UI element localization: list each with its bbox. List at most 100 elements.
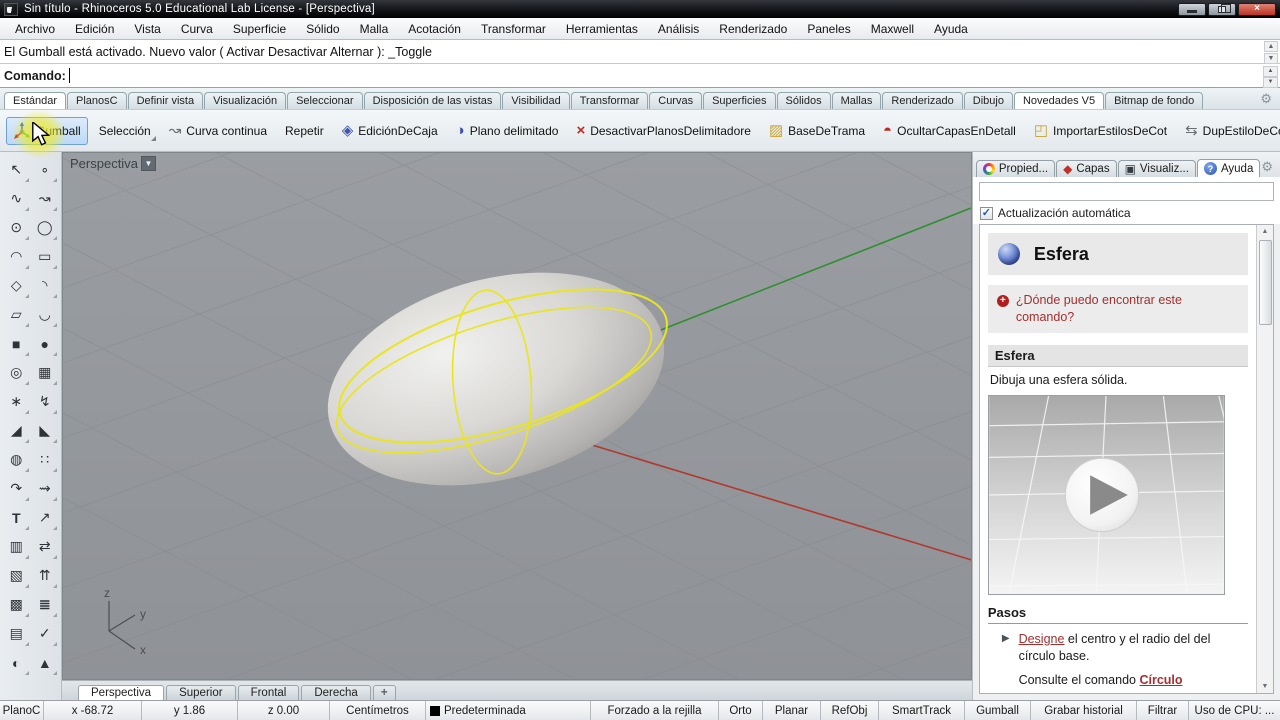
tab-options-gear-icon[interactable]: ⚙ — [1260, 91, 1276, 109]
select-tool-icon[interactable]: ↖ — [2, 155, 31, 184]
status-grabar-historial[interactable]: Grabar historial — [1031, 701, 1137, 720]
array-linear-icon[interactable]: ≣ — [31, 590, 60, 619]
gumball-button[interactable]: Gumball — [6, 116, 88, 145]
scrollbar-thumb[interactable] — [1258, 240, 1272, 325]
perspective-viewport[interactable]: z y x Perspectiva ▼ — [62, 152, 972, 680]
viewport-tab-derecha[interactable]: Derecha — [301, 685, 371, 700]
blend-curve-icon[interactable]: ◝ — [31, 271, 60, 300]
menu-renderizado[interactable]: Renderizado — [710, 20, 796, 38]
point-tool-icon[interactable]: ∘ — [31, 155, 60, 184]
scroll-down-icon[interactable]: ▼ — [1264, 53, 1278, 64]
copy-tool-icon[interactable]: ▥ — [2, 532, 31, 561]
dup-estilo-button[interactable]: ⇆ DupEstiloDeCota — [1178, 118, 1280, 143]
desactivar-planos-button[interactable]: × DesactivarPlanosDelimitadore — [569, 118, 758, 143]
move-tool-icon[interactable]: ↗ — [31, 503, 60, 532]
spin-up-icon[interactable]: ▲ — [1263, 66, 1278, 77]
close-button[interactable]: × — [1238, 2, 1276, 16]
status-refobj[interactable]: RefObj — [821, 701, 879, 720]
tab-seleccionar[interactable]: Seleccionar — [287, 92, 363, 109]
tab-bitmap-fondo[interactable]: Bitmap de fondo — [1105, 92, 1204, 109]
trim-tool-icon[interactable]: ◢ — [2, 416, 31, 445]
plano-delimitado-button[interactable]: ◑ Plano delimitado — [449, 118, 566, 143]
fillet-dotted-icon[interactable]: ⇝ — [31, 474, 60, 503]
status-planar[interactable]: Planar — [763, 701, 821, 720]
help-search-input[interactable] — [978, 182, 1274, 201]
tab-estandar[interactable]: Estándar — [4, 92, 67, 109]
menu-ayuda[interactable]: Ayuda — [925, 20, 977, 38]
tab-mallas[interactable]: Mallas — [831, 92, 882, 109]
tab-curvas[interactable]: Curvas — [649, 92, 703, 109]
viewport-dropdown-button[interactable]: ▼ — [140, 156, 156, 171]
seleccion-button[interactable]: Selección — [92, 119, 158, 143]
layers-tool-icon[interactable]: ▤ — [2, 619, 31, 648]
status-current-layer[interactable]: Predeterminada — [426, 701, 591, 720]
circle-tool-icon[interactable]: ⊙ — [2, 213, 31, 242]
command-input[interactable]: Comando: ▲ ▼ — [0, 64, 1280, 88]
ellipse-tool-icon[interactable]: ◯ — [31, 213, 60, 242]
tab-renderizado[interactable]: Renderizado — [882, 92, 963, 109]
menu-herramientas[interactable]: Herramientas — [557, 20, 647, 38]
circulo-link[interactable]: Círculo — [1139, 673, 1182, 687]
designe-link[interactable]: Designe — [1019, 632, 1065, 646]
status-planoc[interactable]: PlanoC — [0, 701, 44, 720]
tab-transformar[interactable]: Transformar — [570, 92, 649, 109]
panel-gear-icon[interactable]: ⚙ — [1261, 159, 1277, 177]
auto-update-checkbox[interactable]: ✓ — [979, 206, 993, 220]
menu-superficie[interactable]: Superficie — [224, 20, 295, 38]
tab-definir-vista[interactable]: Definir vista — [127, 92, 204, 109]
viewport-tab-superior[interactable]: Superior — [166, 685, 236, 700]
menu-malla[interactable]: Malla — [351, 20, 398, 38]
command-history[interactable]: El Gumball está activado. Nuevo valor ( … — [0, 40, 1280, 64]
tab-disposicion-vistas[interactable]: Disposición de las vistas — [363, 92, 502, 109]
minimize-button[interactable] — [1178, 2, 1206, 16]
add-viewport-tab-button[interactable]: + — [372, 685, 396, 700]
menu-archivo[interactable]: Archivo — [6, 20, 64, 38]
command-history-scrollbar[interactable]: ▲ ▼ — [1264, 41, 1278, 64]
restore-button[interactable] — [1208, 2, 1236, 16]
status-orto[interactable]: Orto — [719, 701, 763, 720]
split-tool-icon[interactable]: ◣ — [31, 416, 60, 445]
arc-tool-icon[interactable]: ◠ — [2, 242, 31, 271]
text-tool-icon[interactable]: T — [2, 503, 31, 532]
tab-dibujo[interactable]: Dibujo — [963, 92, 1013, 109]
solid-box-icon[interactable]: ▧ — [2, 561, 31, 590]
array-grid-icon[interactable]: ▩ — [2, 590, 31, 619]
interpolate-curve-icon[interactable]: ↝ — [31, 184, 60, 213]
tab-visualizacion[interactable]: Visualización — [204, 92, 287, 109]
help-video-thumbnail[interactable] — [987, 394, 1225, 595]
extrude-tool-icon[interactable]: ⇈ — [31, 561, 60, 590]
viewport-title[interactable]: Perspectiva — [70, 156, 138, 171]
explode-icon[interactable]: ↯ — [31, 387, 60, 416]
tab-superficies[interactable]: Superficies — [703, 92, 776, 109]
torus-tool-icon[interactable]: ◎ — [2, 358, 31, 387]
menu-acotacion[interactable]: Acotación — [399, 20, 470, 38]
polygon-tool-icon[interactable]: ◇ — [2, 271, 31, 300]
status-filtrar[interactable]: Filtrar — [1137, 701, 1189, 720]
rectangle-tool-icon[interactable]: ▭ — [31, 242, 60, 271]
scroll-up-icon[interactable]: ▲ — [1264, 41, 1278, 52]
fillet-curve-icon[interactable]: ↷ — [2, 474, 31, 503]
curva-continua-button[interactable]: ↝ Curva continua — [162, 118, 274, 143]
ocultar-capas-button[interactable]: ◓ OcultarCapasEnDetall — [876, 118, 1023, 143]
box-tool-icon[interactable]: ■ — [2, 329, 31, 358]
status-units[interactable]: Centímetros — [330, 701, 426, 720]
control-point-curve-icon[interactable]: ∿ — [2, 184, 31, 213]
menu-edicion[interactable]: Edición — [66, 20, 123, 38]
status-gumball[interactable]: Gumball — [965, 701, 1031, 720]
menu-curva[interactable]: Curva — [172, 20, 222, 38]
scrollbar-up-icon[interactable]: ▲ — [1262, 225, 1269, 238]
tab-solidos[interactable]: Sólidos — [776, 92, 831, 109]
base-de-trama-button[interactable]: ▨ BaseDeTrama — [762, 118, 872, 143]
help-scrollbar[interactable]: ▲ ▼ — [1256, 225, 1273, 693]
find-command-link[interactable]: ¿Dónde puedo encontrar este comando? — [1016, 292, 1239, 326]
importar-estilos-button[interactable]: ◰ ImportarEstilosDeCot — [1027, 118, 1174, 143]
menu-transformar[interactable]: Transformar — [472, 20, 555, 38]
status-grid-snap[interactable]: Forzado a la rejilla — [591, 701, 719, 720]
viewport-tab-frontal[interactable]: Frontal — [237, 685, 300, 700]
command-spinner[interactable]: ▲ ▼ — [1263, 66, 1278, 88]
menu-analisis[interactable]: Análisis — [649, 20, 708, 38]
cone-tool-icon[interactable]: ▲ — [31, 648, 60, 677]
tab-planosc[interactable]: PlanosC — [67, 92, 127, 109]
tab-visibilidad[interactable]: Visibilidad — [502, 92, 570, 109]
status-smarttrack[interactable]: SmartTrack — [879, 701, 965, 720]
